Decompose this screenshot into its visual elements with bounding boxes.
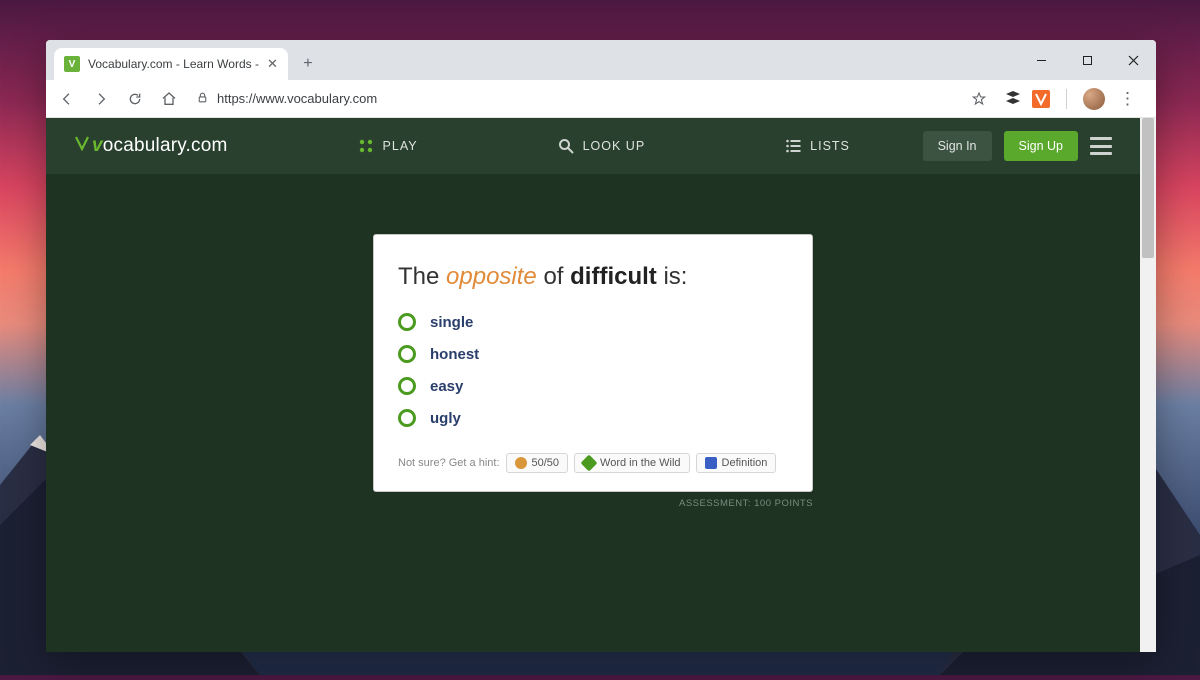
window-close-button[interactable] xyxy=(1110,40,1156,80)
nav-forward-button[interactable] xyxy=(86,84,116,114)
signin-button[interactable]: Sign In xyxy=(923,131,992,161)
nav-lists[interactable]: LISTS xyxy=(785,138,850,154)
nav-lookup[interactable]: LOOK UP xyxy=(558,138,646,154)
nav-play[interactable]: PLAY xyxy=(358,138,418,154)
assessment-label: ASSESSMENT: 100 POINTS xyxy=(373,498,813,509)
tab-title: Vocabulary.com - Learn Words - xyxy=(88,57,259,71)
nav-lists-label: LISTS xyxy=(810,139,850,153)
browser-window: V Vocabulary.com - Learn Words - ✕ + xyxy=(46,40,1156,652)
browser-tab[interactable]: V Vocabulary.com - Learn Words - ✕ xyxy=(54,48,288,80)
scrollbar-thumb[interactable] xyxy=(1142,118,1154,258)
lock-icon xyxy=(196,91,209,107)
quiz-option[interactable]: single xyxy=(398,313,788,331)
nav-home-button[interactable] xyxy=(154,84,184,114)
signup-button[interactable]: Sign Up xyxy=(1004,131,1078,161)
radio-icon xyxy=(398,409,416,427)
radio-icon xyxy=(398,345,416,363)
definition-icon xyxy=(705,457,717,469)
wild-icon xyxy=(581,455,598,472)
quiz-card: The opposite of difficult is: single hon… xyxy=(373,234,813,492)
browser-titlebar: V Vocabulary.com - Learn Words - ✕ + xyxy=(46,40,1156,80)
viewport: vocabulary.com PLAY LOOK UP LISTS xyxy=(46,118,1156,652)
option-label: single xyxy=(430,314,473,331)
search-icon xyxy=(558,138,574,154)
bookmark-star-icon[interactable] xyxy=(964,84,994,114)
hint-wild-button[interactable]: Word in the Wild xyxy=(574,453,690,473)
extension-orange-icon[interactable] xyxy=(1032,90,1050,108)
option-label: ugly xyxy=(430,410,461,427)
favicon-icon: V xyxy=(64,56,80,72)
radio-icon xyxy=(398,377,416,395)
hamburger-menu-icon[interactable] xyxy=(1090,137,1112,155)
option-label: easy xyxy=(430,378,463,395)
nav-play-label: PLAY xyxy=(383,139,418,153)
logo-mark-icon xyxy=(74,135,90,151)
option-label: honest xyxy=(430,346,479,363)
play-icon xyxy=(358,138,374,154)
quiz-option[interactable]: honest xyxy=(398,345,788,363)
scrollbar[interactable] xyxy=(1140,118,1156,652)
quiz-question: The opposite of difficult is: xyxy=(398,263,788,291)
fiftyfifty-icon xyxy=(515,457,527,469)
address-bar[interactable]: https://www.vocabulary.com xyxy=(188,91,960,107)
site-header: vocabulary.com PLAY LOOK UP LISTS xyxy=(46,118,1140,174)
hint-prompt: Not sure? Get a hint: xyxy=(398,457,500,469)
nav-lookup-label: LOOK UP xyxy=(583,139,646,153)
new-tab-button[interactable]: + xyxy=(294,50,322,78)
site-logo[interactable]: vocabulary.com xyxy=(74,135,228,157)
hint-5050-button[interactable]: 50/50 xyxy=(506,453,569,473)
browser-toolbar: https://www.vocabulary.com ⋮ xyxy=(46,80,1156,118)
list-icon xyxy=(785,138,801,154)
window-minimize-button[interactable] xyxy=(1018,40,1064,80)
quiz-option[interactable]: easy xyxy=(398,377,788,395)
url-text: https://www.vocabulary.com xyxy=(217,91,377,106)
browser-menu-button[interactable]: ⋮ xyxy=(1115,97,1140,101)
window-maximize-button[interactable] xyxy=(1064,40,1110,80)
extension-buffer-icon[interactable] xyxy=(1004,90,1022,108)
nav-back-button[interactable] xyxy=(52,84,82,114)
hint-definition-button[interactable]: Definition xyxy=(696,453,777,473)
extension-separator xyxy=(1066,89,1067,109)
tab-close-icon[interactable]: ✕ xyxy=(267,56,278,72)
quiz-option[interactable]: ugly xyxy=(398,409,788,427)
nav-reload-button[interactable] xyxy=(120,84,150,114)
radio-icon xyxy=(398,313,416,331)
profile-avatar[interactable] xyxy=(1083,88,1105,110)
